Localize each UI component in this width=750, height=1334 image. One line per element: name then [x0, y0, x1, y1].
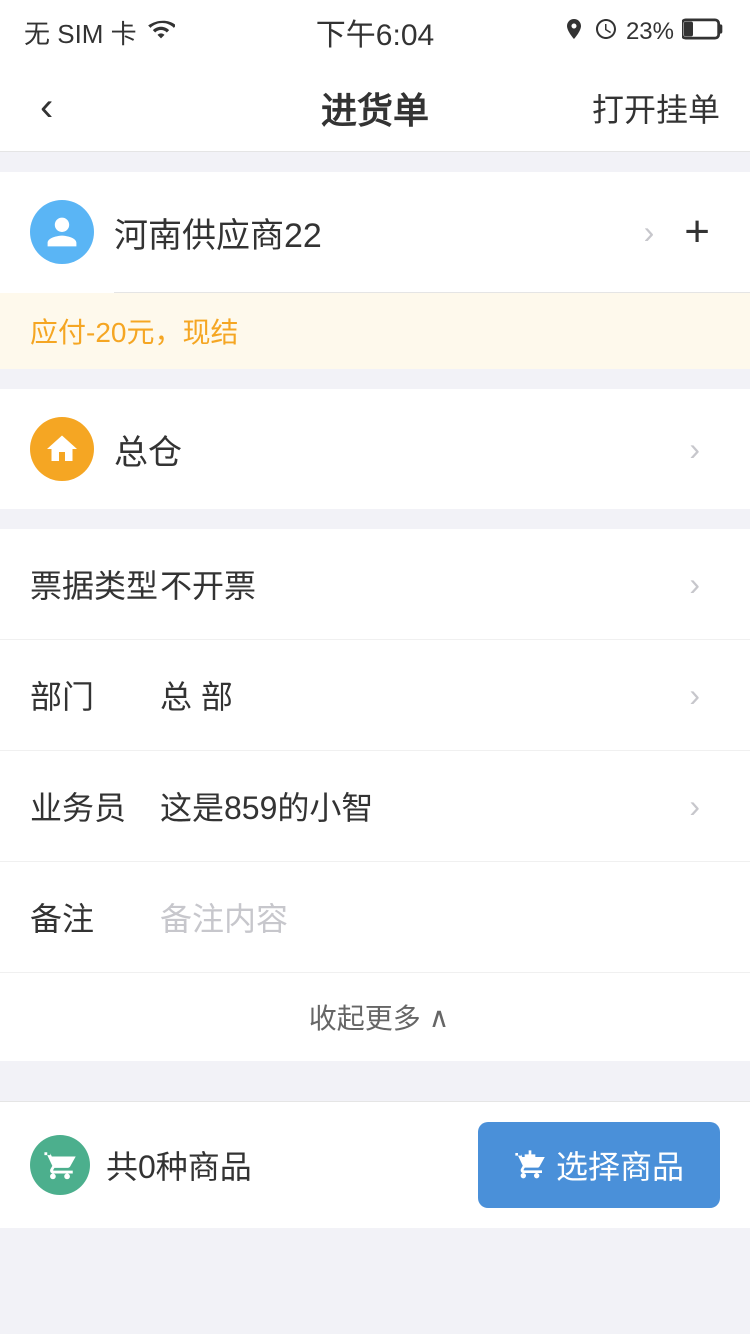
invoice-type-chevron-icon: ›: [689, 566, 700, 603]
supplier-name: 河南供应商22: [114, 208, 644, 257]
invoice-type-value: 不开票: [160, 561, 689, 607]
salesman-row[interactable]: 业务员 这是859的小智 ›: [0, 750, 750, 861]
carrier-text: 无 SIM 卡: [24, 14, 137, 51]
back-button[interactable]: ‹: [30, 75, 63, 140]
collapse-label: 收起更多: [309, 997, 421, 1037]
warehouse-icon-circle: [30, 417, 94, 481]
page-container: 无 SIM 卡 下午6:04 23%: [0, 0, 750, 1334]
add-supplier-button[interactable]: +: [674, 207, 720, 257]
warehouse-row[interactable]: 总仓 ›: [0, 389, 750, 509]
bottom-bar: 共0种商品 选择商品: [0, 1101, 750, 1228]
department-value: 总 部: [160, 672, 689, 718]
wifi-icon: [147, 15, 175, 50]
open-pending-button[interactable]: 打开挂单: [592, 85, 720, 131]
add-to-cart-icon: [514, 1149, 546, 1181]
collapse-icon: ∧: [429, 1001, 450, 1034]
nav-title: 进货单: [321, 82, 429, 134]
salesman-value: 这是859的小智: [160, 783, 689, 829]
remark-label: 备注: [30, 894, 160, 940]
remark-placeholder[interactable]: 备注内容: [160, 894, 720, 940]
department-row[interactable]: 部门 总 部 ›: [0, 639, 750, 750]
home-icon: [44, 431, 80, 467]
department-chevron-icon: ›: [689, 677, 700, 714]
supplier-chevron-icon: ›: [644, 214, 655, 251]
salesman-label: 业务员: [30, 783, 160, 829]
supplier-avatar: [30, 200, 94, 264]
warehouse-chevron-icon: ›: [689, 431, 700, 468]
product-count-text: 共0种商品: [106, 1142, 478, 1188]
alarm-icon: [594, 17, 618, 48]
section-gap-4: [0, 1061, 750, 1081]
location-icon: [562, 17, 586, 48]
battery-text: 23%: [626, 18, 674, 46]
notice-banner: 应付-20元，现结: [0, 293, 750, 369]
notice-text: 应付-20元，现结: [30, 317, 238, 348]
remark-row[interactable]: 备注 备注内容: [0, 861, 750, 972]
nav-bar: ‹ 进货单 打开挂单: [0, 64, 750, 152]
status-time: 下午6:04: [316, 10, 434, 54]
collapse-row[interactable]: 收起更多 ∧: [0, 972, 750, 1061]
warehouse-card[interactable]: 总仓 ›: [0, 389, 750, 509]
cart-icon: [43, 1148, 77, 1182]
invoice-type-row[interactable]: 票据类型 不开票 ›: [0, 529, 750, 639]
warehouse-name: 总仓: [114, 425, 689, 474]
status-bar: 无 SIM 卡 下午6:04 23%: [0, 0, 750, 64]
status-right: 23%: [562, 17, 726, 48]
select-product-label: 选择商品: [556, 1142, 684, 1188]
salesman-chevron-icon: ›: [689, 788, 700, 825]
supplier-card: 河南供应商22 › + 应付-20元，现结: [0, 172, 750, 369]
product-icon-circle: [30, 1135, 90, 1195]
supplier-row[interactable]: 河南供应商22 › +: [0, 172, 750, 292]
department-label: 部门: [30, 672, 160, 718]
battery-icon: [682, 17, 726, 48]
status-left: 无 SIM 卡: [24, 14, 175, 51]
select-product-button[interactable]: 选择商品: [478, 1122, 720, 1208]
person-icon: [44, 214, 80, 250]
invoice-type-label: 票据类型: [30, 561, 160, 607]
section-gap-2: [0, 369, 750, 389]
form-card: 票据类型 不开票 › 部门 总 部 › 业务员 这是859的小智 › 备注 备注…: [0, 529, 750, 1061]
section-gap-3: [0, 509, 750, 529]
section-gap-1: [0, 152, 750, 172]
